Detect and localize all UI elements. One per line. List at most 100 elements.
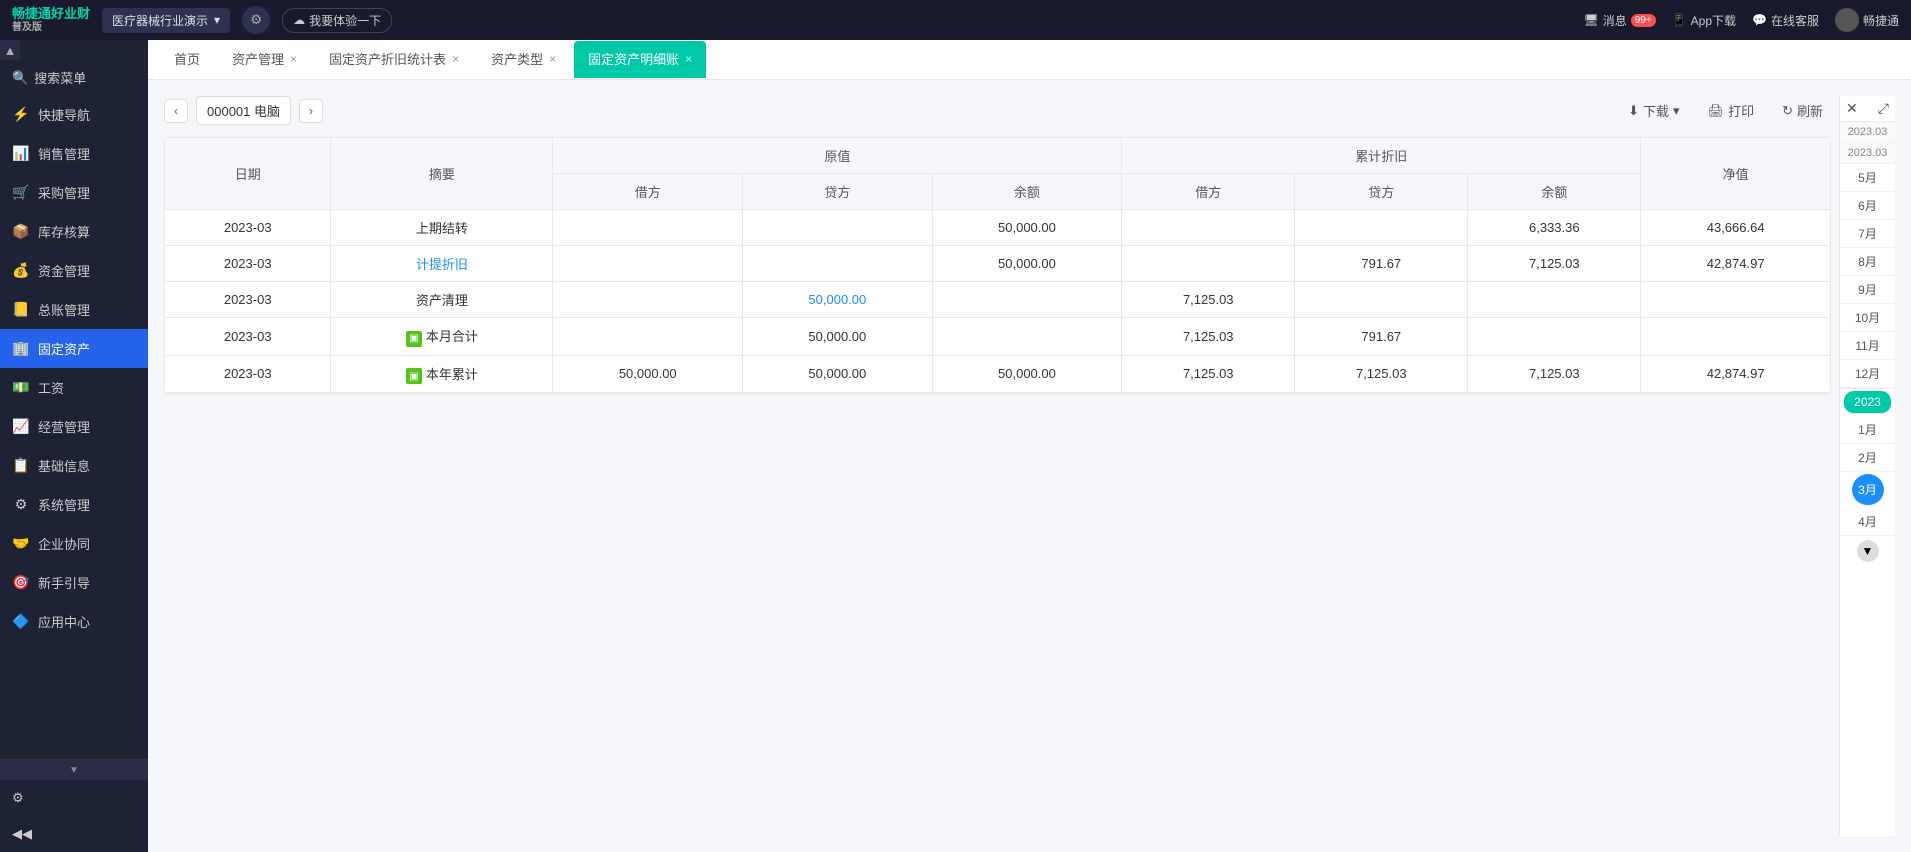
sidebar-search[interactable]: 🔍 搜索菜单 <box>0 60 148 95</box>
operations-icon: 📈 <box>12 418 30 436</box>
sidebar-item-inventory[interactable]: 📦 库存核算 <box>0 212 148 251</box>
timeline-month-7[interactable]: 7月 <box>1840 220 1895 248</box>
toolbar-right: ⬇ 下载 ▾ 🖨 打印 ↻ 刷新 <box>1620 97 1831 124</box>
sidebar-item-fixedassets[interactable]: 🏢 固定资产 <box>0 329 148 368</box>
timeline-month-2[interactable]: 2月 <box>1840 444 1895 472</box>
toolbar-left: ‹ 000001 电脑 › <box>164 96 323 125</box>
table-row: 2023-03计提折旧50,000.00791.677,125.0342,874… <box>165 246 1831 282</box>
tab-assettype[interactable]: 资产类型 × <box>477 41 570 78</box>
sidebar-item-ledger[interactable]: 📒 总账管理 <box>0 290 148 329</box>
section-icon: ▣ <box>406 331 422 347</box>
timeline-month-4[interactable]: 4月 <box>1840 508 1895 536</box>
download-button[interactable]: ⬇ 下载 ▾ <box>1620 97 1687 124</box>
table-row: 2023-03▣本年累计50,000.0050,000.0050,000.007… <box>165 355 1831 393</box>
download-icon: ⬇ <box>1628 103 1639 119</box>
tab-close-detail[interactable]: × <box>685 52 692 66</box>
sidebar-item-appcenter[interactable]: 🔷 应用中心 <box>0 602 148 641</box>
prev-asset-button[interactable]: ‹ <box>164 99 188 123</box>
message-badge: 99+ <box>1631 14 1656 27</box>
page-toolbar: ‹ 000001 电脑 › ⬇ 下载 ▾ 🖨 <box>164 96 1831 125</box>
col-net-value: 净值 <box>1641 138 1831 210</box>
avatar <box>1835 8 1859 32</box>
sidebar-item-funds[interactable]: 💰 资金管理 <box>0 251 148 290</box>
timeline-year-label1: 2023.03 <box>1840 122 1895 143</box>
refresh-button[interactable]: ↻ 刷新 <box>1774 97 1831 124</box>
timeline-month-1[interactable]: 1月 <box>1840 416 1895 444</box>
inventory-icon: 📦 <box>12 223 30 241</box>
col-original-value: 原值 <box>553 138 1122 174</box>
timeline-month-5[interactable]: 5月 <box>1840 164 1895 192</box>
timeline-month-10[interactable]: 10月 <box>1840 304 1895 332</box>
appcenter-icon: 🔷 <box>12 613 30 631</box>
tabs-bar: 首页 资产管理 × 固定资产折旧统计表 × 资产类型 × 固定资产明细账 × <box>148 40 1911 80</box>
settings-icon-btn[interactable]: ⚙ <box>242 6 270 34</box>
sidebar-bottom-settings[interactable]: ⚙ <box>0 780 148 816</box>
content-area: 首页 资产管理 × 固定资产折旧统计表 × 资产类型 × 固定资产明细账 × <box>148 40 1911 852</box>
sidebar-item-guide[interactable]: 🎯 新手引导 <box>0 563 148 602</box>
timeline-month-12[interactable]: 12月 <box>1840 360 1895 388</box>
sidebar-item-sales[interactable]: 📊 销售管理 <box>0 134 148 173</box>
app-download-item[interactable]: 📱 App下载 <box>1672 12 1736 29</box>
payroll-icon: 💵 <box>12 379 30 397</box>
experience-button[interactable]: ☁ 我要体验一下 <box>282 8 392 33</box>
col-accum-balance: 余额 <box>1468 174 1641 210</box>
col-orig-debit: 借方 <box>553 174 743 210</box>
fixedassets-icon: 🏢 <box>12 340 30 358</box>
tab-assets[interactable]: 资产管理 × <box>218 41 311 78</box>
right-panel: ✕ ⤢ 2023.03 2023.03 5月 6月 7月 8月 9月 <box>1839 96 1895 836</box>
online-service-item[interactable]: 💬 在线客服 <box>1752 12 1819 29</box>
ledger-icon: 📒 <box>12 301 30 319</box>
tab-home[interactable]: 首页 <box>160 41 214 78</box>
timeline-month-3[interactable]: 3月 <box>1852 474 1884 506</box>
sidebar-item-purchase[interactable]: 🛒 采购管理 <box>0 173 148 212</box>
tab-close-depreciation[interactable]: × <box>452 52 459 66</box>
collapse-icon: ◀◀ <box>12 826 32 842</box>
detail-table: 日期 摘要 原值 累计折旧 净值 借方 贷方 余额 借方 <box>164 137 1831 393</box>
timeline-section-before: 5月 6月 7月 8月 9月 10月 11月 12月 <box>1840 164 1895 389</box>
col-accum-debit: 借方 <box>1122 174 1295 210</box>
sales-icon: 📊 <box>12 145 30 163</box>
system-icon: ⚙ <box>12 496 30 514</box>
sidebar-bottom-collapse[interactable]: ◀◀ <box>0 816 148 852</box>
asset-code-tag: 000001 电脑 <box>196 96 291 125</box>
print-icon: 🖨 <box>1708 103 1725 119</box>
message-item[interactable]: 🖥 消息 99+ <box>1583 12 1655 29</box>
purchase-icon: 🛒 <box>12 184 30 202</box>
sidebar-item-system[interactable]: ⚙ 系统管理 <box>0 485 148 524</box>
sidebar-item-enterprise[interactable]: 🤝 企业协同 <box>0 524 148 563</box>
timeline-arrow-down[interactable]: ▼ <box>1840 536 1895 566</box>
tab-close-assets[interactable]: × <box>290 52 297 66</box>
page-content: ‹ 000001 电脑 › ⬇ 下载 ▾ 🖨 <box>148 80 1911 852</box>
timeline-month-6[interactable]: 6月 <box>1840 192 1895 220</box>
table-row: 2023-03资产清理50,000.007,125.03 <box>165 282 1831 318</box>
timeline-year-label2: 2023.03 <box>1840 143 1895 164</box>
sidebar-item-basicinfo[interactable]: 📋 基础信息 <box>0 446 148 485</box>
sidebar-item-payroll[interactable]: 💵 工资 <box>0 368 148 407</box>
print-button[interactable]: 🖨 打印 <box>1700 97 1763 124</box>
next-asset-button[interactable]: › <box>299 99 323 123</box>
user-item[interactable]: 畅捷通 <box>1835 8 1899 32</box>
sidebar-item-operations[interactable]: 📈 经营管理 <box>0 407 148 446</box>
tab-depreciation[interactable]: 固定资产折旧统计表 × <box>315 41 473 78</box>
timeline-month-8[interactable]: 8月 <box>1840 248 1895 276</box>
company-selector[interactable]: 医疗器械行业演示 ▾ <box>102 8 230 33</box>
refresh-icon: ↻ <box>1782 103 1793 119</box>
panel-close-button[interactable]: ✕ <box>1846 100 1858 117</box>
panel-expand-button[interactable]: ⤢ <box>1878 100 1889 117</box>
search-icon: 🔍 <box>12 70 28 86</box>
timeline-month-9[interactable]: 9月 <box>1840 276 1895 304</box>
main-table-area: ‹ 000001 电脑 › ⬇ 下载 ▾ 🖨 <box>164 96 1831 836</box>
tab-detail[interactable]: 固定资产明细账 × <box>574 41 706 78</box>
sidebar-item-quicknav[interactable]: ⚡ 快捷导航 <box>0 95 148 134</box>
sidebar-scroll-up[interactable]: ▲ <box>0 40 20 60</box>
tab-close-assettype[interactable]: × <box>549 52 556 66</box>
download-chevron-icon: ▾ <box>1673 103 1680 119</box>
service-icon: 💬 <box>1752 13 1767 27</box>
timeline-month-11[interactable]: 11月 <box>1840 332 1895 360</box>
timeline-year-2023[interactable]: 2023 <box>1844 391 1891 414</box>
enterprise-icon: 🤝 <box>12 535 30 553</box>
funds-icon: 💰 <box>12 262 30 280</box>
col-accum-credit: 贷方 <box>1295 174 1468 210</box>
col-orig-credit: 贷方 <box>743 174 933 210</box>
top-bar-right: 🖥 消息 99+ 📱 App下载 💬 在线客服 畅捷通 <box>1583 8 1899 32</box>
